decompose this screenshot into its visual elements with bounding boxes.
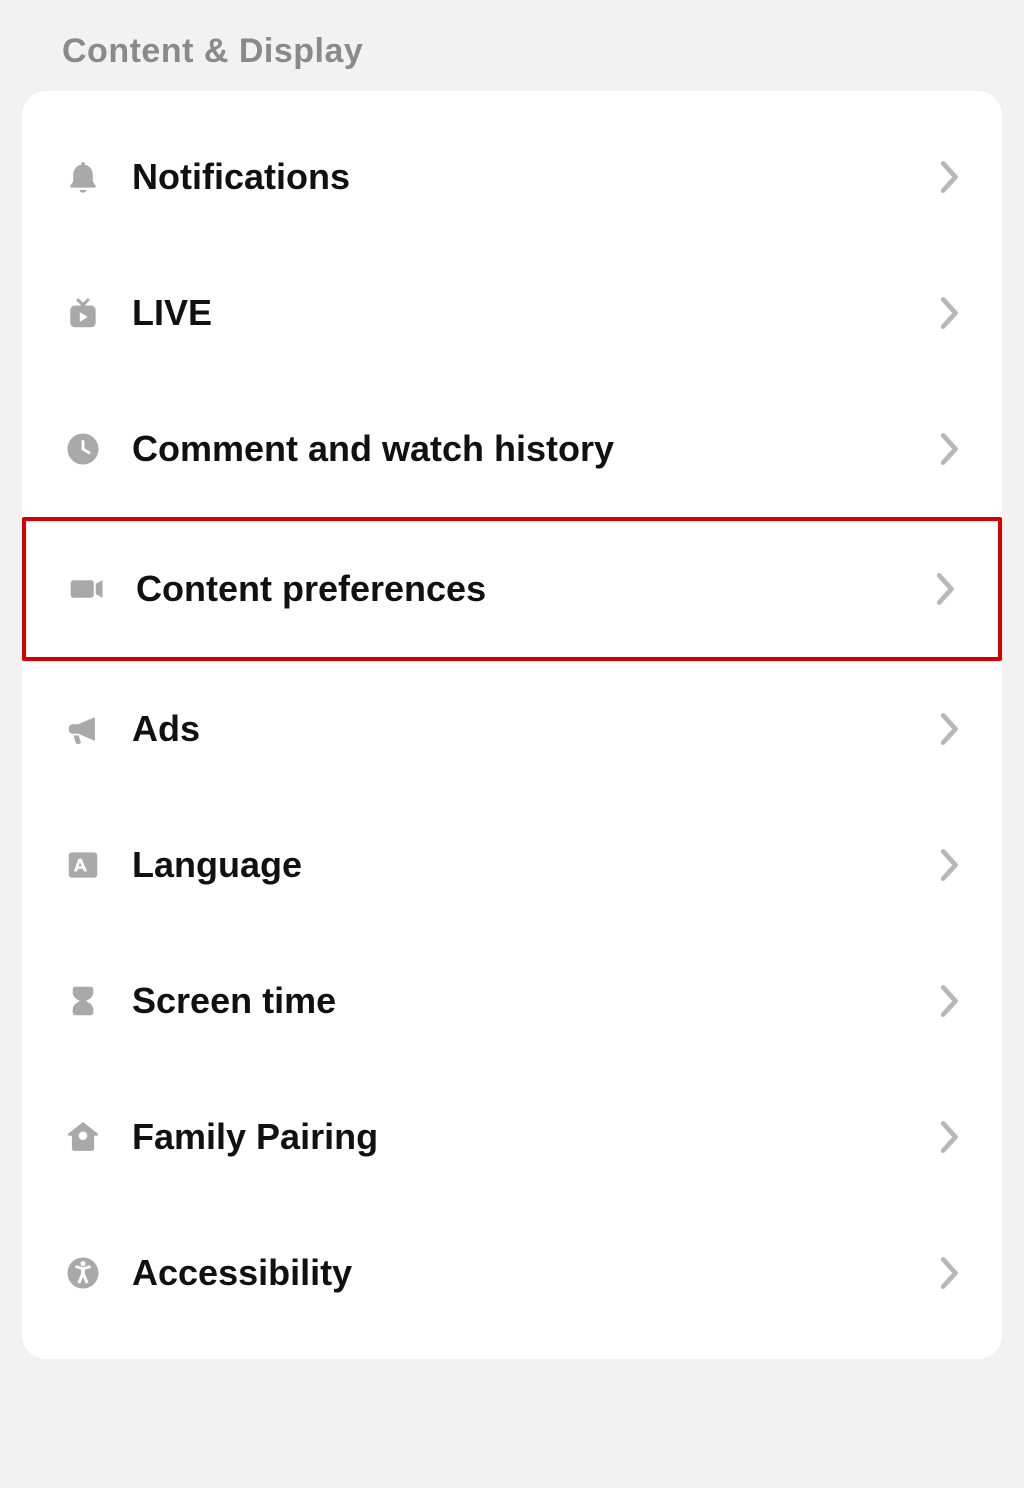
settings-menu: Notifications LIVE Comment and watch his… — [22, 91, 1002, 1359]
chevron-right-icon — [938, 982, 962, 1020]
megaphone-icon — [64, 710, 102, 748]
hourglass-icon — [64, 982, 102, 1020]
menu-item-label: Comment and watch history — [132, 428, 938, 470]
chevron-right-icon — [938, 158, 962, 196]
video-icon — [68, 570, 106, 608]
menu-item-label: Content preferences — [136, 568, 934, 610]
menu-item-ads[interactable]: Ads — [22, 661, 1002, 797]
chevron-right-icon — [938, 294, 962, 332]
menu-item-label: Ads — [132, 708, 938, 750]
section-header: Content & Display — [0, 0, 1024, 91]
menu-item-content-preferences[interactable]: Content preferences — [22, 517, 1002, 661]
menu-item-label: Family Pairing — [132, 1116, 938, 1158]
chevron-right-icon — [938, 846, 962, 884]
language-icon — [64, 846, 102, 884]
chevron-right-icon — [938, 1254, 962, 1292]
menu-item-language[interactable]: Language — [22, 797, 1002, 933]
chevron-right-icon — [934, 570, 958, 608]
menu-item-comment-history[interactable]: Comment and watch history — [22, 381, 1002, 517]
menu-item-screen-time[interactable]: Screen time — [22, 933, 1002, 1069]
accessibility-icon — [64, 1254, 102, 1292]
menu-item-label: LIVE — [132, 292, 938, 334]
menu-item-accessibility[interactable]: Accessibility — [22, 1205, 1002, 1341]
clock-icon — [64, 430, 102, 468]
live-icon — [64, 294, 102, 332]
menu-item-notifications[interactable]: Notifications — [22, 109, 1002, 245]
menu-item-live[interactable]: LIVE — [22, 245, 1002, 381]
home-icon — [64, 1118, 102, 1156]
chevron-right-icon — [938, 1118, 962, 1156]
menu-item-label: Language — [132, 844, 938, 886]
menu-item-label: Notifications — [132, 156, 938, 198]
chevron-right-icon — [938, 710, 962, 748]
bell-icon — [64, 158, 102, 196]
menu-item-label: Accessibility — [132, 1252, 938, 1294]
chevron-right-icon — [938, 430, 962, 468]
menu-item-family-pairing[interactable]: Family Pairing — [22, 1069, 1002, 1205]
menu-item-label: Screen time — [132, 980, 938, 1022]
